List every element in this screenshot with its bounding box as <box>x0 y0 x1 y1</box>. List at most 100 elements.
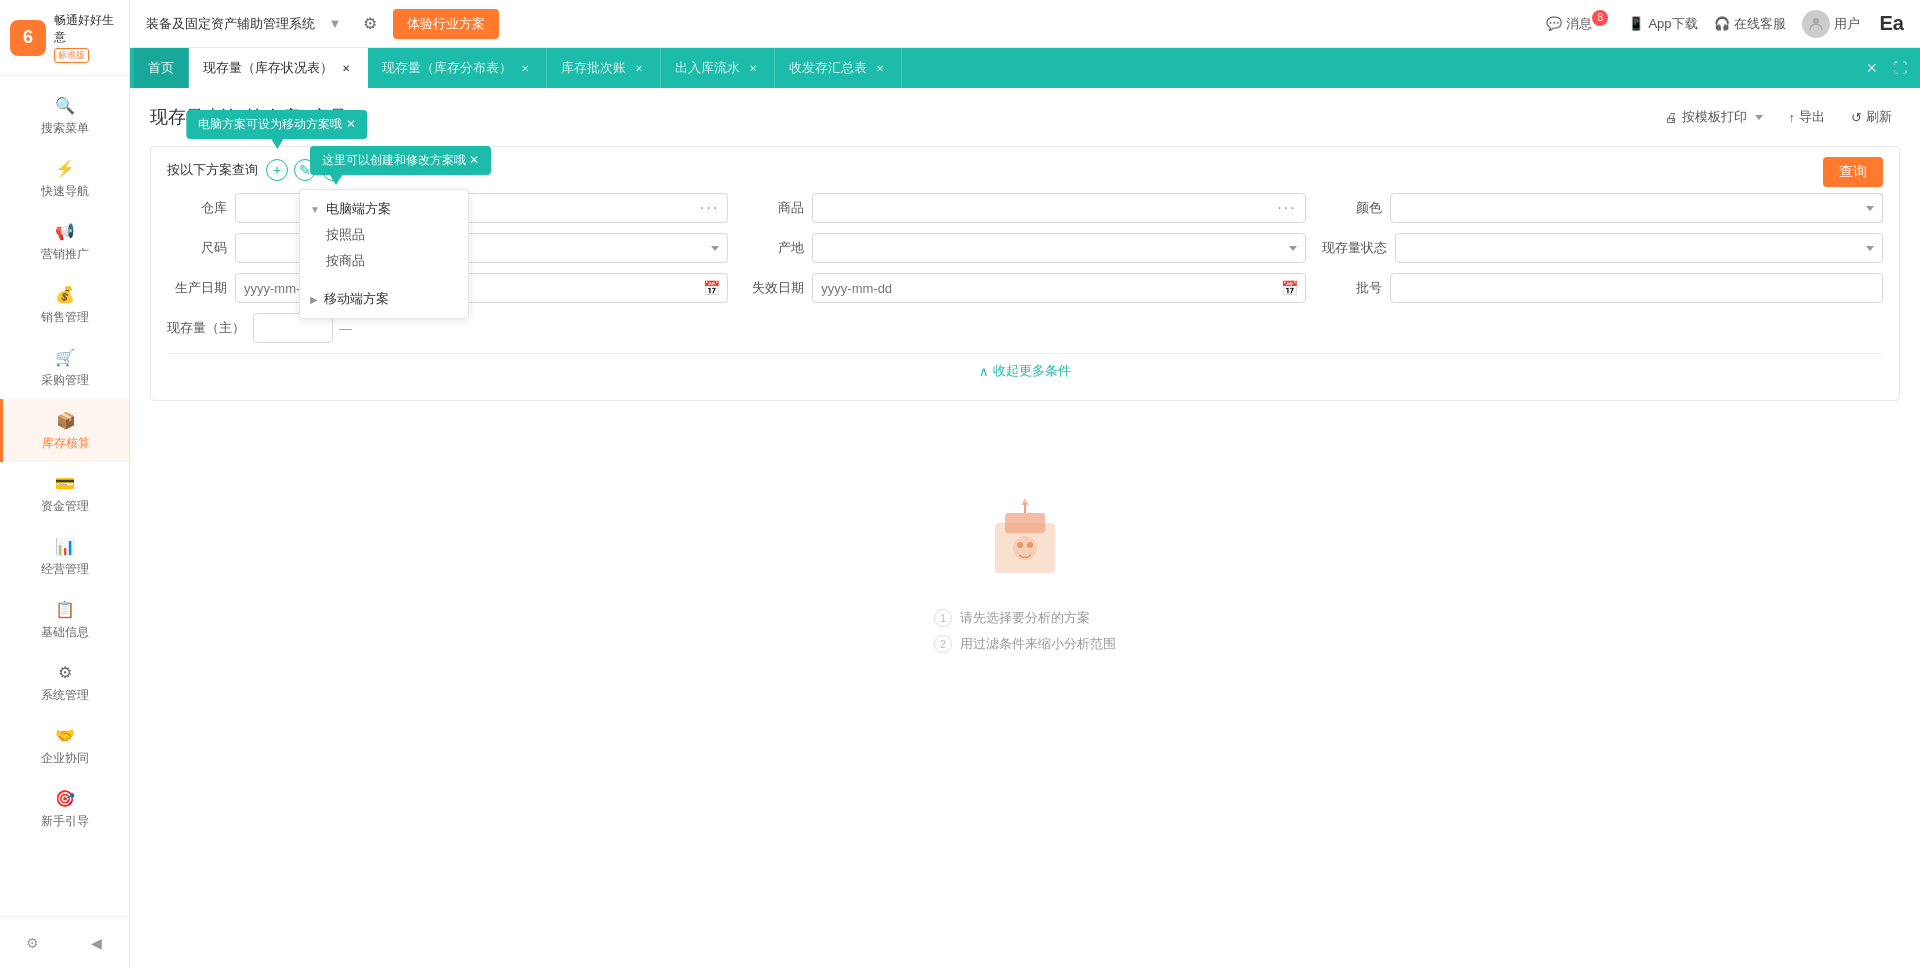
fullscreen-btn[interactable]: ⛶ <box>1888 56 1912 80</box>
refresh-icon: ↺ <box>1851 110 1862 125</box>
add-scheme-btn[interactable]: + 电脑方案可设为移动方案哦 ✕ <box>266 159 288 181</box>
settings-bottom-btn[interactable]: ⚙ <box>16 927 48 959</box>
scheme-item-by-product1[interactable]: 按照品 <box>300 222 468 248</box>
tab-home[interactable]: 首页 <box>134 48 189 88</box>
print-icon: 🖨 <box>1665 110 1678 125</box>
tooltip2-close[interactable]: ✕ <box>469 153 479 167</box>
sidebar-item-label: 营销推广 <box>41 246 89 263</box>
empty-state: 1 请先选择要分析的方案 2 用过滤条件来缩小分析范围 <box>150 413 1900 733</box>
product-label: 商品 <box>744 199 804 217</box>
sidebar-item-purchase[interactable]: 🛒 采购管理 <box>0 336 129 399</box>
filter-field-color: 颜色 <box>1322 193 1883 223</box>
collapse-up-icon: ∧ <box>979 364 989 379</box>
origin-label: 产地 <box>744 239 804 257</box>
sidebar-item-enterprise[interactable]: 🤝 企业协同 <box>0 714 129 777</box>
inv-status-label: 现存量状态 <box>1322 239 1387 257</box>
tab-batch-account[interactable]: 库存批次账 ✕ <box>547 48 661 88</box>
ea-label: Ea <box>1880 12 1904 35</box>
quicknav-icon: ⚡ <box>54 157 76 179</box>
content-area: 现存量查询(按仓库+商品) 🖨 按模板打印 ↑ 导出 ↺ 刷新 <box>130 88 1920 969</box>
tab-inout-flow[interactable]: 出入库流水 ✕ <box>661 48 775 88</box>
filter-section: 按以下方案查询 + 电脑方案可设为移动方案哦 ✕ ✎ ◀ <box>150 146 1900 401</box>
sidebar-item-operations[interactable]: 📊 经营管理 <box>0 525 129 588</box>
collapse-icon2: ▶ <box>310 294 318 305</box>
system-dropdown-btn[interactable]: ▼ <box>323 12 347 36</box>
product-dots-icon: ··· <box>1277 199 1296 217</box>
exp-date-label: 失效日期 <box>744 279 804 297</box>
system-icon: ⚙ <box>54 661 76 683</box>
svg-rect-2 <box>1005 513 1045 533</box>
empty-tips: 1 请先选择要分析的方案 2 用过滤条件来缩小分析范围 <box>934 609 1116 653</box>
purchase-icon: 🛒 <box>54 346 76 368</box>
logo-icon: 6 <box>10 20 46 56</box>
query-button[interactable]: 查询 <box>1823 157 1883 187</box>
collapse-bar[interactable]: ∧ 收起更多条件 <box>167 353 1883 388</box>
pc-scheme-header[interactable]: ▼ 电脑端方案 <box>300 196 468 222</box>
prod-date-label: 生产日期 <box>167 279 227 297</box>
topbar-settings-icon[interactable]: ⚙ <box>355 9 385 39</box>
tab-close-inventory-dist[interactable]: ✕ <box>518 61 532 75</box>
online-support-btn[interactable]: 🎧 在线客服 <box>1714 15 1786 33</box>
tip-num-1: 1 <box>934 609 952 627</box>
sidebar-item-inventory[interactable]: 📦 库存核算 <box>0 399 129 462</box>
origin-select-arrow <box>1289 246 1297 251</box>
tip-num-2: 2 <box>934 635 952 653</box>
tab-inventory-dist[interactable]: 现存量（库存分布表） ✕ <box>368 48 547 88</box>
product-input[interactable]: ··· <box>812 193 1305 223</box>
tab-inventory-status[interactable]: 现存量（库存状况表） ✕ <box>189 48 368 88</box>
sidebar-item-sales[interactable]: 💰 销售管理 <box>0 273 129 336</box>
user-btn[interactable]: 用户 <box>1802 10 1860 38</box>
tab-inventory-dist-label: 现存量（库存分布表） <box>382 59 512 77</box>
scheme-item-by-product2[interactable]: 按商品 <box>300 248 468 274</box>
warehouse-dots-icon: ··· <box>700 199 719 217</box>
close-all-tabs-btn[interactable]: ✕ <box>1860 56 1884 80</box>
empty-tip-2: 2 用过滤条件来缩小分析范围 <box>934 635 1116 653</box>
sidebar-nav: 🔍 搜索菜单 ⚡ 快速导航 📢 营销推广 💰 销售管理 🛒 采购管理 📦 库存核… <box>0 76 129 916</box>
sidebar-item-marketing[interactable]: 📢 营销推广 <box>0 210 129 273</box>
batch-label: 批号 <box>1322 279 1382 297</box>
sidebar-item-label: 企业协同 <box>41 750 89 767</box>
sidebar-item-finance[interactable]: 💳 资金管理 <box>0 462 129 525</box>
content-inner: 现存量查询(按仓库+商品) 🖨 按模板打印 ↑ 导出 ↺ 刷新 <box>130 88 1920 969</box>
batch-input[interactable] <box>1390 273 1883 303</box>
tooltip1-close[interactable]: ✕ <box>346 117 356 131</box>
tab-close-batch-account[interactable]: ✕ <box>632 61 646 75</box>
color-label: 颜色 <box>1322 199 1382 217</box>
sidebar-item-label: 快速导航 <box>41 183 89 200</box>
tab-inout-flow-label: 出入库流水 <box>675 59 740 77</box>
filter-field-exp-date: 失效日期 📅 <box>744 273 1305 303</box>
sidebar-item-basic[interactable]: 📋 基础信息 <box>0 588 129 651</box>
sidebar-item-search[interactable]: 🔍 搜索菜单 <box>0 84 129 147</box>
page-header: 现存量查询(按仓库+商品) 🖨 按模板打印 ↑ 导出 ↺ 刷新 <box>150 104 1900 130</box>
sidebar-item-guide[interactable]: 🎯 新手引导 <box>0 777 129 840</box>
refresh-btn[interactable]: ↺ 刷新 <box>1843 104 1900 130</box>
logo-badge: 标准版 <box>54 48 89 63</box>
prod-date-calendar-icon[interactable]: 📅 <box>703 280 720 296</box>
tab-recv-summary[interactable]: 收发存汇总表 ✕ <box>775 48 902 88</box>
size-select-arrow <box>711 246 719 251</box>
messages-btn[interactable]: 💬 消息 8 <box>1546 15 1612 33</box>
app-download-btn[interactable]: 📱 App下载 <box>1628 15 1697 33</box>
operations-icon: 📊 <box>54 535 76 557</box>
collapse-sidebar-btn[interactable]: ◀ <box>81 927 113 959</box>
tab-close-inventory-status[interactable]: ✕ <box>339 61 353 75</box>
inv-qty-label: 现存量（主） <box>167 319 245 337</box>
inv-status-select[interactable] <box>1395 233 1883 263</box>
mobile-scheme-header[interactable]: ▶ 移动端方案 <box>300 286 468 312</box>
exp-date-input[interactable] <box>812 273 1305 303</box>
exp-date-calendar-icon[interactable]: 📅 <box>1281 280 1298 296</box>
system-name: 装备及固定资产辅助管理系统 <box>146 15 315 33</box>
guide-icon: 🎯 <box>54 787 76 809</box>
logo-text: 畅通好好生意 标准版 <box>54 12 119 63</box>
trial-button[interactable]: 体验行业方案 <box>393 9 499 39</box>
origin-select[interactable] <box>812 233 1305 263</box>
sidebar-item-quicknav[interactable]: ⚡ 快速导航 <box>0 147 129 210</box>
color-select[interactable] <box>1390 193 1883 223</box>
tab-close-inout-flow[interactable]: ✕ <box>746 61 760 75</box>
print-btn[interactable]: 🖨 按模板打印 <box>1657 104 1771 130</box>
search-icon: 🔍 <box>54 94 76 116</box>
export-btn[interactable]: ↑ 导出 <box>1781 104 1834 130</box>
size-label: 尺码 <box>167 239 227 257</box>
tab-close-recv-summary[interactable]: ✕ <box>873 61 887 75</box>
sidebar-item-system[interactable]: ⚙ 系统管理 <box>0 651 129 714</box>
